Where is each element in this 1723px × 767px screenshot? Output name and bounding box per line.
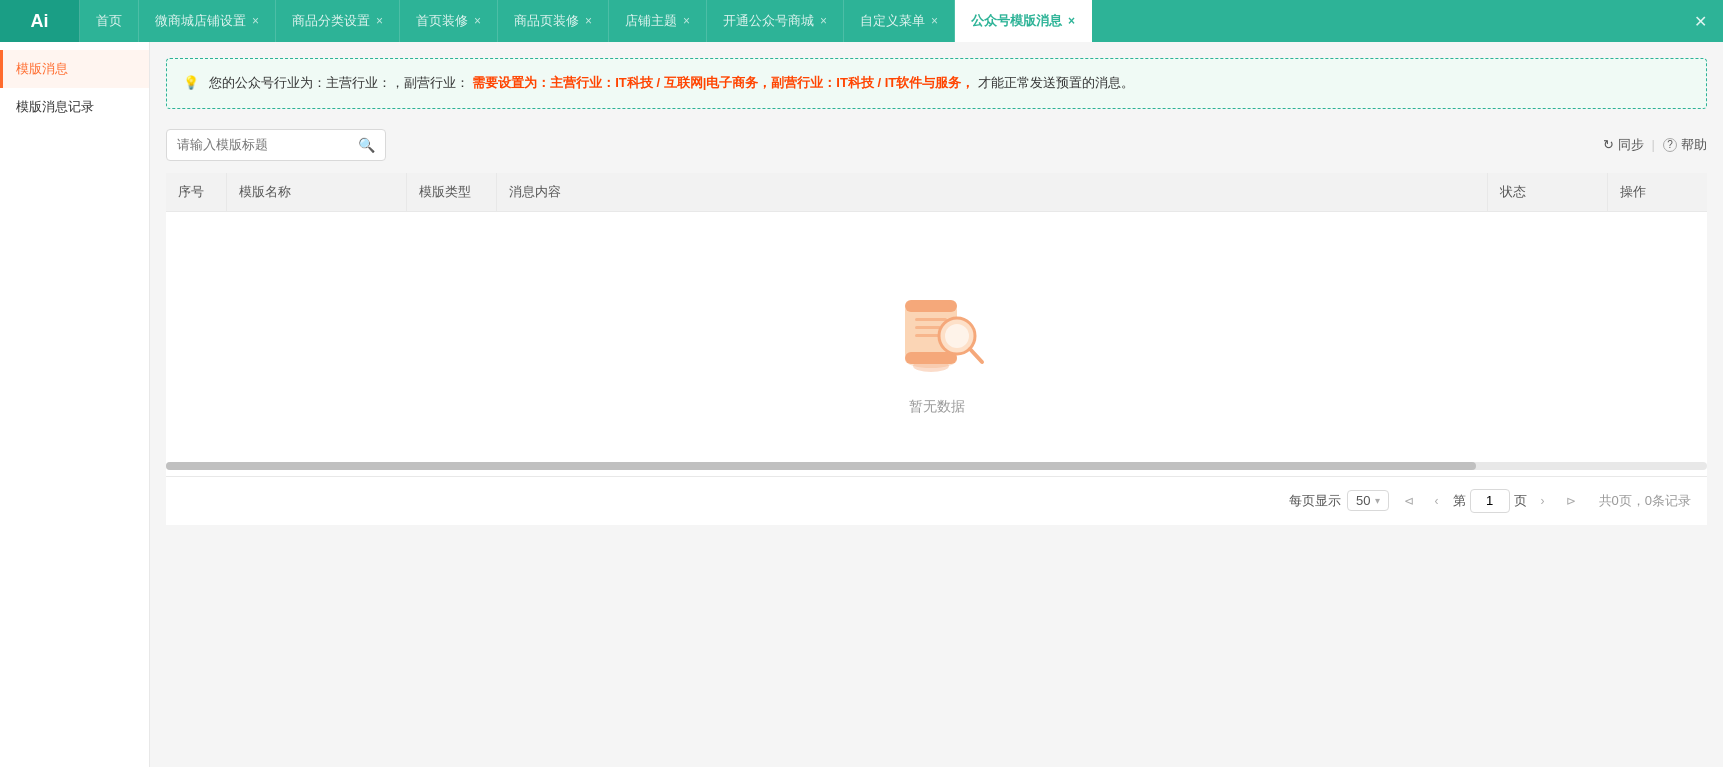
tab-templatemsg-close[interactable]: ×: [1068, 14, 1075, 28]
svg-line-9: [970, 349, 982, 362]
sidebar: 模版消息 模版消息记录: [0, 42, 150, 767]
horizontal-scrollbar[interactable]: [166, 462, 1707, 470]
notice-box: 💡 您的公众号行业为：主营行业：，副营行业： 需要设置为：主营行业：IT科技 /…: [166, 58, 1707, 109]
tab-category-label: 商品分类设置: [292, 12, 370, 30]
tab-homepage-close[interactable]: ×: [474, 14, 481, 28]
search-input-wrap[interactable]: 🔍: [166, 129, 386, 161]
tab-homepage-label: 首页装修: [416, 12, 468, 30]
svg-rect-4: [915, 318, 947, 321]
main-content: 💡 您的公众号行业为：主营行业：，副营行业： 需要设置为：主营行业：IT科技 /…: [150, 42, 1723, 767]
tab-openmp[interactable]: 开通公众号商城 ×: [707, 0, 844, 42]
prev-page-button[interactable]: ‹: [1425, 489, 1449, 513]
page-prefix: 第: [1453, 492, 1466, 510]
help-button[interactable]: ? 帮助: [1663, 136, 1707, 154]
next-page-button[interactable]: ›: [1531, 489, 1555, 513]
divider: |: [1652, 137, 1655, 152]
notice-suffix: 才能正常发送预置的消息。: [978, 75, 1134, 90]
empty-illustration: [877, 272, 997, 382]
tab-productpage[interactable]: 商品页装修 ×: [498, 0, 609, 42]
sidebar-item-template-msg-log[interactable]: 模版消息记录: [0, 88, 149, 126]
col-name: 模版名称: [226, 173, 406, 212]
sidebar-item-template-msg[interactable]: 模版消息: [0, 50, 149, 88]
data-table: 序号 模版名称 模版类型 消息内容 状态: [166, 173, 1707, 456]
table-header-row: 序号 模版名称 模版类型 消息内容 状态: [166, 173, 1707, 212]
sync-icon: ↻: [1603, 137, 1614, 152]
page-size-label: 每页显示: [1289, 492, 1341, 510]
col-type: 模版类型: [406, 173, 496, 212]
col-seq: 序号: [166, 173, 226, 212]
page-size-value: 50: [1356, 493, 1370, 508]
tab-openmp-label: 开通公众号商城: [723, 12, 814, 30]
tab-theme-label: 店铺主题: [625, 12, 677, 30]
tab-theme[interactable]: 店铺主题 ×: [609, 0, 707, 42]
empty-state: 暂无数据: [166, 212, 1707, 456]
svg-rect-5: [915, 326, 941, 329]
tab-homepage[interactable]: 首页装修 ×: [400, 0, 498, 42]
tab-custommenu-label: 自定义菜单: [860, 12, 925, 30]
tab-home[interactable]: 首页: [80, 0, 139, 42]
total-label: 共0页，0条记录: [1599, 492, 1691, 510]
col-action: 操作: [1607, 173, 1707, 212]
chevron-down-icon: ▾: [1375, 495, 1380, 506]
svg-point-10: [913, 360, 949, 372]
sync-label: 同步: [1618, 136, 1644, 154]
sync-button[interactable]: ↻ 同步: [1603, 136, 1644, 154]
app-logo: Ai: [0, 0, 80, 42]
tab-openmp-close[interactable]: ×: [820, 14, 827, 28]
sidebar-item-template-msg-label: 模版消息: [16, 61, 68, 76]
empty-text: 暂无数据: [909, 398, 965, 416]
tab-wshop-label: 微商城店铺设置: [155, 12, 246, 30]
scrollbar-thumb[interactable]: [166, 462, 1476, 470]
page-number-input[interactable]: [1470, 489, 1510, 513]
page-input-wrap: 第 页: [1453, 489, 1527, 513]
notice-highlight: 需要设置为：主营行业：IT科技 / 互联网|电子商务，副营行业：IT科技 / I…: [472, 75, 974, 90]
col-status: 状态: [1487, 173, 1607, 212]
tab-category-close[interactable]: ×: [376, 14, 383, 28]
svg-rect-2: [905, 300, 957, 312]
search-actions: ↻ 同步 | ? 帮助: [1603, 136, 1707, 154]
tab-templatemsg-label: 公众号模版消息: [971, 12, 1062, 30]
tab-theme-close[interactable]: ×: [683, 14, 690, 28]
tab-wshop-close[interactable]: ×: [252, 14, 259, 28]
tab-bar: Ai 首页 微商城店铺设置 × 商品分类设置 × 首页装修 × 商品页装修 × …: [0, 0, 1723, 42]
page-size-select: 每页显示 50 ▾: [1289, 490, 1388, 511]
page-nav: ⊲ ‹ 第 页 › ⊳: [1397, 489, 1583, 513]
table-wrapper: 序号 模版名称 模版类型 消息内容 状态: [166, 173, 1707, 525]
tab-custommenu-close[interactable]: ×: [931, 14, 938, 28]
tab-productpage-close[interactable]: ×: [585, 14, 592, 28]
pagination-row: 每页显示 50 ▾ ⊲ ‹ 第 页 › ⊳: [166, 476, 1707, 525]
search-input[interactable]: [177, 137, 358, 152]
tab-wshop[interactable]: 微商城店铺设置 ×: [139, 0, 276, 42]
tab-productpage-label: 商品页装修: [514, 12, 579, 30]
page-label: 页: [1514, 492, 1527, 510]
tab-home-label: 首页: [96, 12, 122, 30]
main-layout: 模版消息 模版消息记录 💡 您的公众号行业为：主营行业：，副营行业： 需要设置为…: [0, 42, 1723, 767]
svg-point-8: [945, 324, 969, 348]
notice-icon: 💡: [183, 75, 199, 90]
tab-custommenu[interactable]: 自定义菜单 ×: [844, 0, 955, 42]
notice-prefix: 您的公众号行业为：主营行业：，副营行业：: [209, 75, 469, 90]
tab-templatemsg[interactable]: 公众号模版消息 ×: [955, 0, 1092, 42]
last-page-button[interactable]: ⊳: [1559, 489, 1583, 513]
close-all-button[interactable]: ✕: [1678, 12, 1723, 31]
help-icon: ?: [1663, 138, 1677, 152]
search-icon[interactable]: 🔍: [358, 137, 375, 153]
first-page-button[interactable]: ⊲: [1397, 489, 1421, 513]
help-label: 帮助: [1681, 136, 1707, 154]
sidebar-item-template-msg-log-label: 模版消息记录: [16, 99, 94, 114]
tab-category[interactable]: 商品分类设置 ×: [276, 0, 400, 42]
search-bar: 🔍 ↻ 同步 | ? 帮助: [166, 129, 1707, 161]
col-content: 消息内容: [496, 173, 1487, 212]
page-size-dropdown[interactable]: 50 ▾: [1347, 490, 1388, 511]
